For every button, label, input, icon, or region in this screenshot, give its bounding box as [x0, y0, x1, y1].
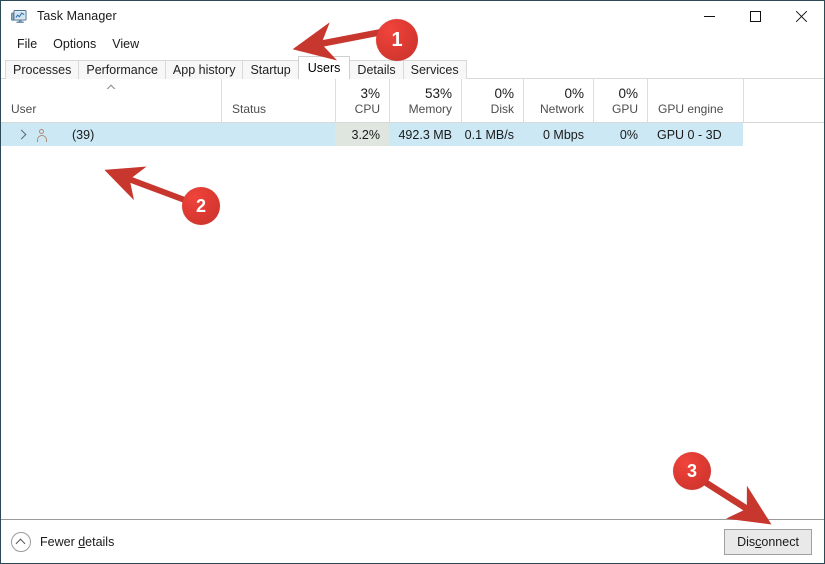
- users-table: User Status 3% CPU 53% Memory 0% Disk 0%…: [1, 79, 824, 519]
- maximize-button[interactable]: [732, 1, 778, 32]
- column-header-memory[interactable]: 53% Memory: [389, 79, 461, 122]
- annotation-marker-2: 2: [182, 187, 220, 225]
- close-button[interactable]: [778, 1, 824, 32]
- tab-services[interactable]: Services: [402, 60, 467, 79]
- tab-processes[interactable]: Processes: [5, 60, 80, 79]
- screenshot-root: Task Manager File Options View Processes…: [0, 0, 825, 564]
- close-icon: [795, 10, 808, 23]
- column-header-filler: [743, 79, 824, 122]
- menu-item-view[interactable]: View: [104, 36, 147, 53]
- column-header-status[interactable]: Status: [221, 79, 335, 122]
- maximize-icon: [749, 11, 761, 22]
- cell-filler: [743, 123, 824, 146]
- disconnect-label: Disconnect: [737, 534, 799, 549]
- tab-performance[interactable]: Performance: [78, 60, 166, 79]
- cell-disk: 0.1 MB/s: [461, 123, 523, 146]
- column-header-disk[interactable]: 0% Disk: [461, 79, 523, 122]
- user-icon: [35, 128, 49, 142]
- caret-up-icon: [107, 84, 116, 89]
- cell-status: [221, 123, 335, 146]
- column-header-gpu[interactable]: 0% GPU: [593, 79, 647, 122]
- table-header-row: User Status 3% CPU 53% Memory 0% Disk 0%…: [1, 79, 824, 123]
- cell-user-label: (39): [72, 127, 95, 142]
- tab-details[interactable]: Details: [349, 60, 404, 79]
- window-title: Task Manager: [37, 9, 117, 24]
- tab-strip: Processes Performance App history Startu…: [1, 56, 824, 79]
- table-row[interactable]: (39) 3.2% 492.3 MB 0.1 MB/s 0 Mbps 0% GP…: [1, 123, 824, 146]
- tab-users[interactable]: Users: [297, 56, 351, 79]
- disconnect-button[interactable]: Disconnect: [724, 528, 812, 555]
- column-header-gpu-engine[interactable]: GPU engine: [647, 79, 743, 122]
- task-manager-icon: [11, 9, 28, 25]
- cell-user[interactable]: (39): [1, 123, 221, 146]
- cell-network: 0 Mbps: [523, 123, 593, 146]
- column-header-user[interactable]: User: [1, 79, 221, 122]
- menu-item-options[interactable]: Options: [45, 36, 104, 53]
- column-header-cpu[interactable]: 3% CPU: [335, 79, 389, 122]
- window-controls: [686, 1, 824, 32]
- annotation-marker-3: 3: [673, 452, 711, 490]
- column-header-network[interactable]: 0% Network: [523, 79, 593, 122]
- chevron-right-icon: [16, 129, 26, 140]
- fewer-details-button[interactable]: Fewer details: [11, 531, 115, 552]
- fewer-details-label: Fewer details: [40, 534, 115, 549]
- annotation-marker-1: 1: [376, 19, 418, 61]
- minimize-button[interactable]: [686, 1, 732, 32]
- tab-app-history[interactable]: App history: [164, 60, 244, 79]
- tab-startup[interactable]: Startup: [242, 60, 299, 79]
- cell-memory: 492.3 MB: [389, 123, 461, 146]
- circle-chevron-up-icon: [11, 531, 31, 552]
- cell-gpu: 0%: [593, 123, 647, 146]
- row-expander[interactable]: [11, 129, 33, 140]
- status-bar: Fewer details Disconnect: [1, 519, 824, 563]
- title-bar-left: Task Manager: [1, 9, 117, 25]
- cell-gpu-engine: GPU 0 - 3D: [647, 123, 743, 146]
- menu-item-file[interactable]: File: [9, 36, 45, 53]
- cell-cpu: 3.2%: [335, 123, 389, 146]
- minimize-icon: [703, 16, 715, 17]
